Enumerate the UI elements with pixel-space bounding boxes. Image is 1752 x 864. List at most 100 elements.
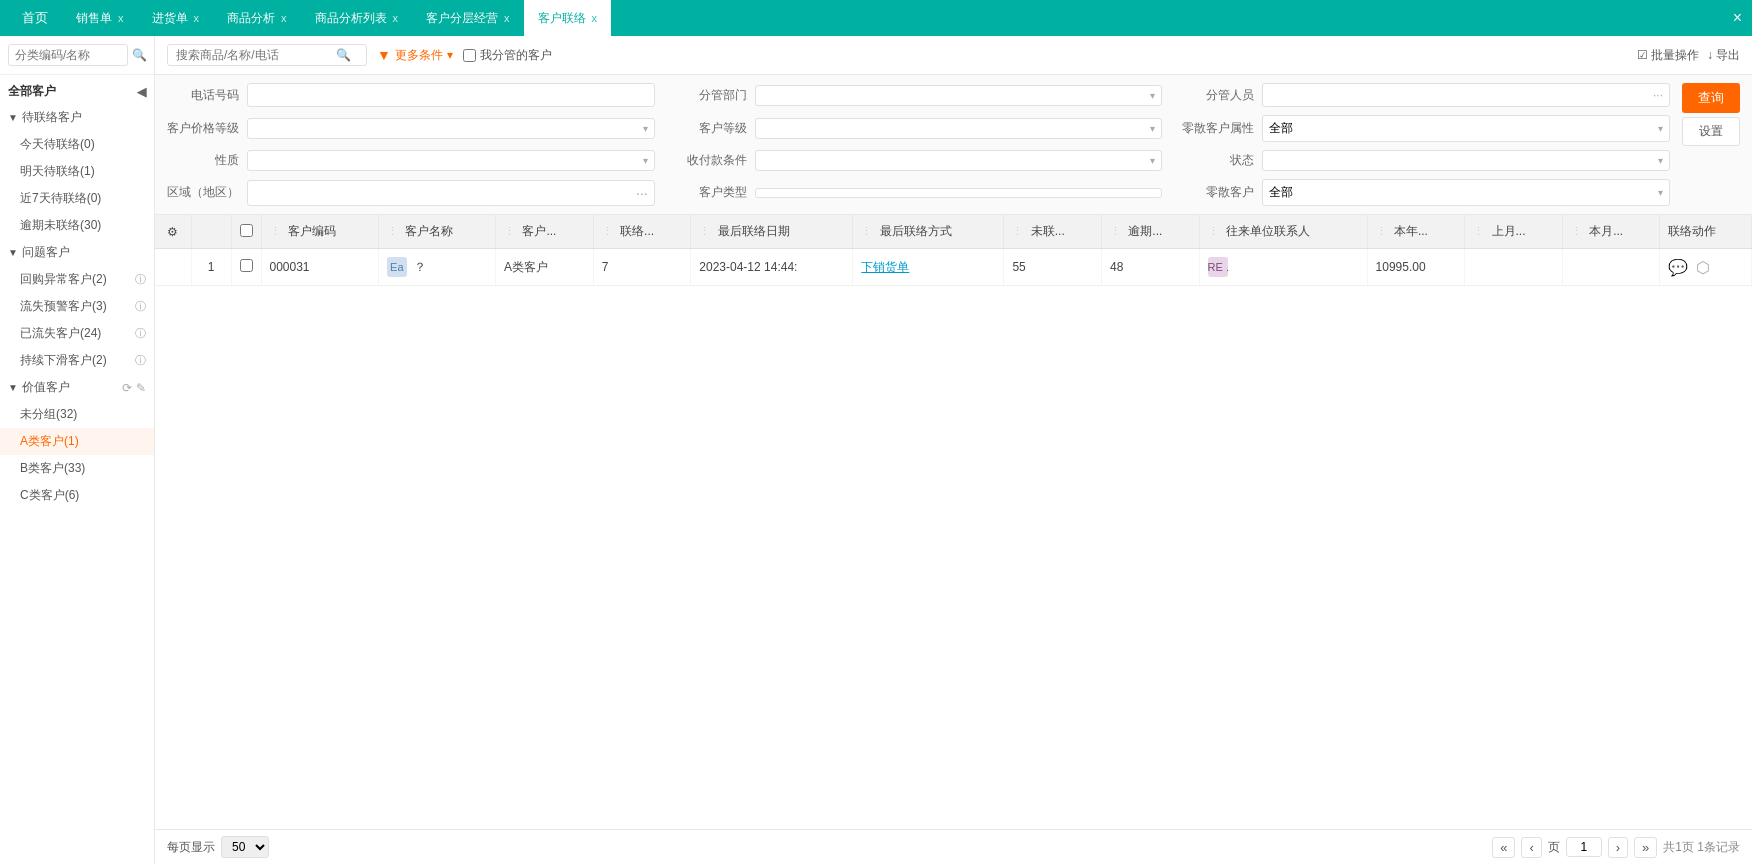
next-page-btn[interactable]: › [1608,837,1628,858]
nav-tab-customer-contact[interactable]: 客户联络 x [524,0,612,36]
more-conditions-area: ▼ 更多条件 ▾ [377,47,453,64]
top-navigation: 首页 销售单 x 进货单 x 商品分析 x 商品分析列表 x 客户分层经营 x … [0,0,1752,36]
refresh-icon[interactable]: ⟳ [122,381,132,395]
nav-tab-sales[interactable]: 销售单 x [62,0,138,36]
nav-tab-goods-analysis[interactable]: 商品分析 x [213,0,301,36]
col-header-this-year: ⋮ 本年... [1367,215,1465,249]
sidebar-item-lost-warning[interactable]: 流失预警客户(3) ⓘ [0,293,154,320]
sidebar-search-area: 🔍 [0,36,154,75]
sidebar-pending-section[interactable]: ▼ 待联络客户 [0,104,154,131]
customer-type-select[interactable] [755,188,1163,198]
row-type-cell: A类客户 [496,249,594,286]
person-select[interactable]: ··· [1262,83,1670,107]
sidebar-item-overdue-pending[interactable]: 逾期未联络(30) [0,212,154,239]
company-contact-col-resize: ⋮ [1208,225,1219,238]
retail-customer-select[interactable]: 全部 ▾ [1262,179,1670,206]
filter-search-icon[interactable]: 🔍 [336,48,351,62]
select-all-checkbox[interactable] [240,224,253,237]
filter-cell-customer-type: 客户类型 [675,184,1163,201]
link-icon[interactable]: ⬡ [1696,258,1710,277]
row-check-cell [231,249,261,286]
sidebar-item-tomorrow-pending[interactable]: 明天待联络(1) [0,158,154,185]
last-page-btn[interactable]: » [1634,837,1657,858]
export-btn[interactable]: ↓ 导出 [1707,47,1740,64]
sidebar-search-icon[interactable]: 🔍 [132,48,147,62]
sidebar-item-today-pending[interactable]: 今天待联络(0) [0,131,154,158]
region-select[interactable]: ··· [247,180,655,206]
status-select[interactable]: ▾ [1262,150,1670,171]
filter-search-input[interactable] [176,48,336,62]
batch-ops-btn[interactable]: ☑ 批量操作 [1637,47,1699,64]
last-method-col-resize: ⋮ [861,225,872,238]
phone-input[interactable] [247,83,655,107]
page-number-input[interactable] [1566,837,1602,857]
close-all-tabs[interactable]: × [1733,9,1742,27]
nav-tab-goods-analysis-list[interactable]: 商品分析列表 x [301,0,413,36]
filter-cell-status: 状态 ▾ [1182,150,1670,171]
row-num-cell: 1 [191,249,231,286]
person-dots[interactable]: ··· [1653,88,1663,102]
sidebar-item-lost[interactable]: 已流失客户(24) ⓘ [0,320,154,347]
col-header-company-contact: ⋮ 往来单位联系人 [1199,215,1367,249]
last-contact-method-link[interactable]: 下销货单 [861,260,909,274]
more-conditions-btn[interactable]: 更多条件 [395,47,443,64]
payment-arrow: ▾ [1150,155,1155,166]
close-goods-analysis-list-tab[interactable]: x [393,12,399,24]
name-tag: Ea [387,257,407,277]
my-customers-checkbox[interactable] [463,49,476,62]
edit-icon[interactable]: ✎ [136,381,146,395]
sidebar-item-repurchase-anomaly[interactable]: 回购异常客户(2) ⓘ [0,266,154,293]
prev-page-btn[interactable]: ‹ [1521,837,1541,858]
sidebar-item-declining[interactable]: 持续下滑客户(2) ⓘ [0,347,154,374]
sidebar-item-7days-pending[interactable]: 近7天待联络(0) [0,185,154,212]
col-header-num [191,215,231,249]
dept-select[interactable]: ▾ [755,85,1163,106]
payment-select[interactable]: ▾ [755,150,1163,171]
close-goods-analysis-tab[interactable]: x [281,12,287,24]
first-page-btn[interactable]: « [1492,837,1515,858]
row-action-cell: 💬 ⬡ [1660,249,1752,286]
customer-grade-select[interactable]: ▾ [755,118,1163,139]
page-size-select[interactable]: 50 [221,836,269,858]
table-row: 1 000031 Ea ？ A类客户 [155,249,1752,286]
company-contact-tag: RE . [1208,257,1228,277]
filter-search-box: 🔍 [167,44,367,66]
retail-customer-arrow: ▾ [1658,187,1663,198]
retail-attr-arrow: ▾ [1658,123,1663,134]
last-date-col-resize: ⋮ [699,225,710,238]
status-arrow: ▾ [1658,155,1663,166]
sidebar-item-class-a[interactable]: A类客户(1) [0,428,154,455]
sidebar-item-class-c[interactable]: C类客户(6) [0,482,154,509]
price-grade-select[interactable]: ▾ [247,118,655,139]
close-purchase-tab[interactable]: x [194,12,200,24]
sidebar-problem-section[interactable]: ▼ 问题客户 [0,239,154,266]
region-dots[interactable]: ··· [636,185,648,201]
code-col-resize: ⋮ [270,225,281,238]
price-grade-arrow: ▾ [643,123,648,134]
sidebar-collapse-icon[interactable]: ◀ [137,85,146,99]
col-header-type: ⋮ 客户... [496,215,594,249]
nav-tab-home[interactable]: 首页 [8,0,62,36]
col-header-gear: ⚙ [155,215,191,249]
close-sales-tab[interactable]: x [118,12,124,24]
contact-col-resize: ⋮ [602,225,613,238]
settings-button[interactable]: 设置 [1682,117,1740,146]
sidebar-search-input[interactable] [8,44,128,66]
last-month-col-resize: ⋮ [1473,225,1484,238]
nav-tab-customer-segment[interactable]: 客户分层经营 x [412,0,524,36]
row-checkbox[interactable] [240,259,253,272]
sidebar-value-section[interactable]: ▼ 价值客户 ⟳ ✎ [0,374,154,401]
retail-attr-select[interactable]: 全部 ▾ [1262,115,1670,142]
gear-icon[interactable]: ⚙ [167,225,178,239]
close-customer-contact-tab[interactable]: x [592,12,598,24]
nav-tab-purchase[interactable]: 进货单 x [138,0,214,36]
close-customer-segment-tab[interactable]: x [504,12,510,24]
query-button[interactable]: 查询 [1682,83,1740,113]
chat-icon[interactable]: 💬 [1668,258,1688,277]
filter-row-4: 区域（地区） ··· 客户类型 [167,179,1670,206]
nature-select[interactable]: ▾ [247,150,655,171]
query-btn-area: 查询 设置 [1670,83,1740,206]
this-year-col-resize: ⋮ [1376,225,1387,238]
sidebar-item-unclassified[interactable]: 未分组(32) [0,401,154,428]
sidebar-item-class-b[interactable]: B类客户(33) [0,455,154,482]
